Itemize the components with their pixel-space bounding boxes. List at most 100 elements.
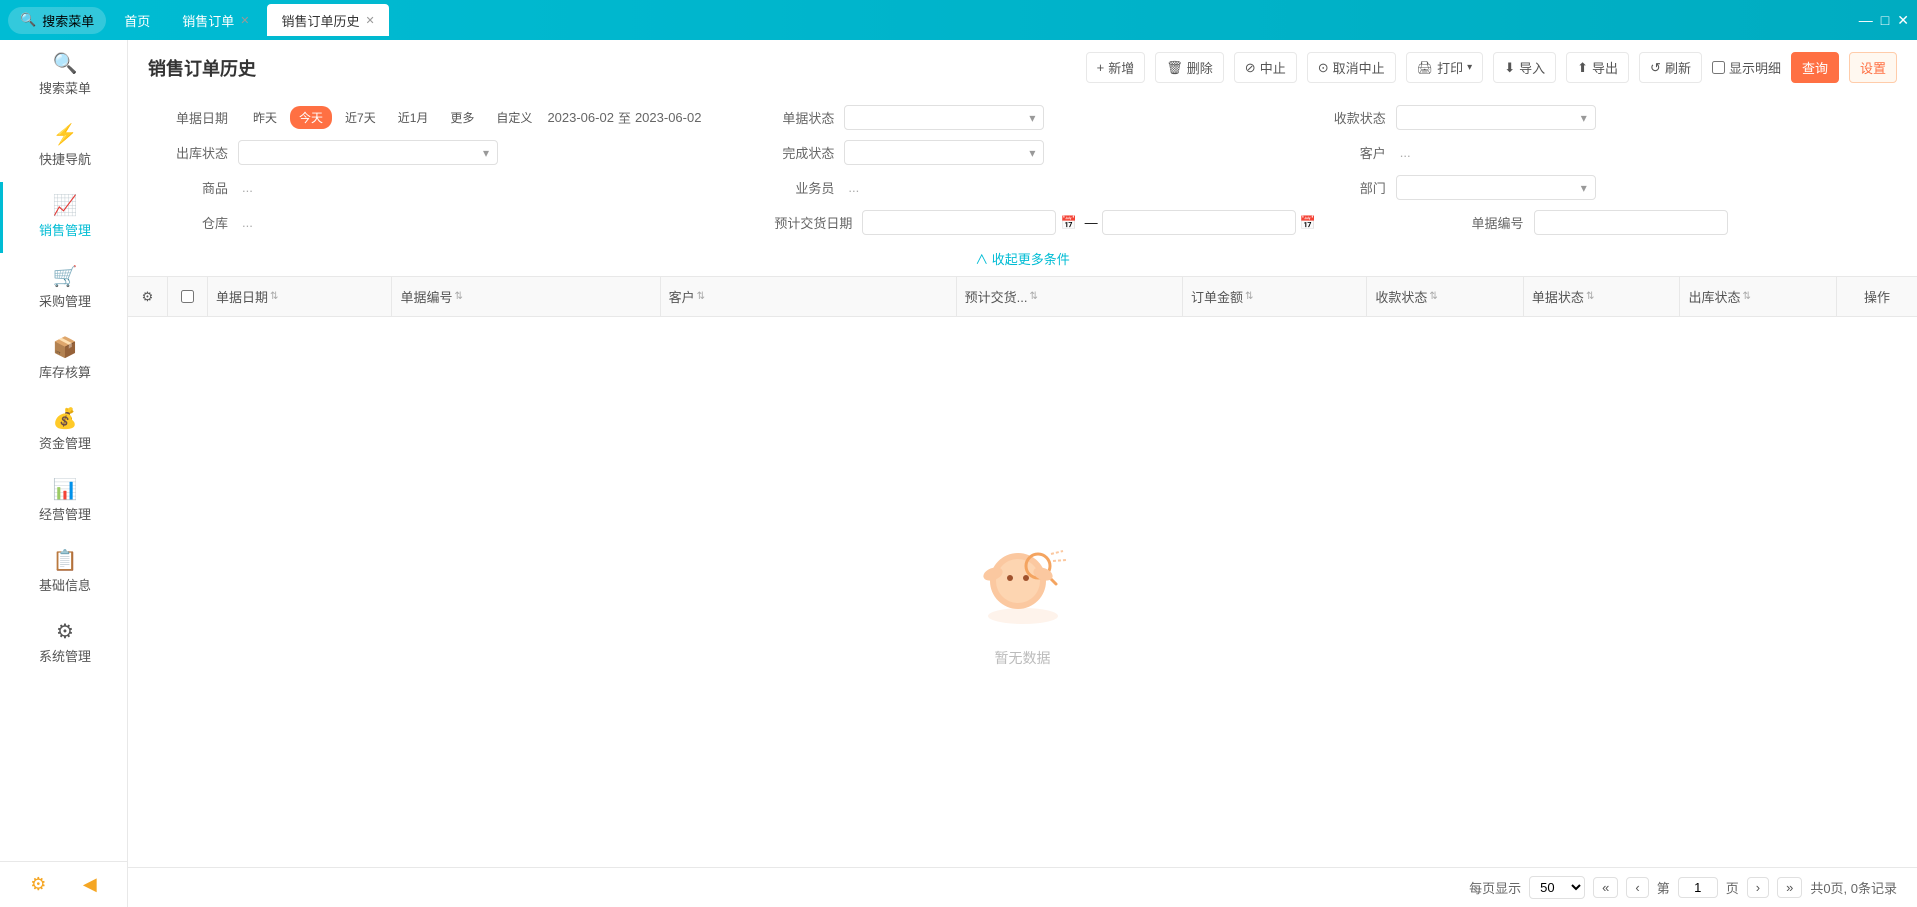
sidebar-item-search-label: 搜索菜单 (39, 78, 91, 97)
btn-delete-label: 删除 (1187, 58, 1213, 77)
th-check[interactable] (168, 277, 208, 316)
th-order-no: 单据编号 ⇅ (392, 277, 660, 316)
date-btn-today[interactable]: 今天 (290, 106, 332, 129)
th-settings[interactable]: ⚙ (128, 277, 168, 316)
order-no-input[interactable] (1534, 210, 1728, 235)
btn-import[interactable]: ⬇ 导入 (1493, 52, 1556, 83)
filter-customer-col: 客户 ... (1326, 143, 1877, 162)
btn-stop-label: 中止 (1260, 58, 1286, 77)
th-pay-sort[interactable]: ⇅ (1429, 291, 1437, 302)
date-btn-custom[interactable]: 自定义 (487, 106, 541, 129)
cb-detail-wrapper[interactable]: 显示明细 (1712, 58, 1781, 77)
close-window-icon[interactable]: ✕ (1897, 12, 1909, 29)
date-btn-last1m[interactable]: 近1月 (389, 106, 438, 129)
th-amount-sort[interactable]: ⇅ (1245, 291, 1253, 302)
sidebar-item-purchase-mgmt[interactable]: 🛒 采购管理 (0, 253, 127, 324)
salesperson-input[interactable]: ... (848, 180, 859, 195)
btn-export-label: 导出 (1592, 58, 1618, 77)
maximize-icon[interactable]: □ (1881, 12, 1889, 28)
tab-sales-order-label: 销售订单 (182, 11, 234, 30)
first-page-btn[interactable]: « (1593, 877, 1618, 898)
filter-salesperson-col: 业务员 ... (774, 178, 1325, 197)
sidebar-item-finance-mgmt[interactable]: 💰 资金管理 (0, 395, 127, 466)
filter-row-1: 单据日期 昨天 今天 近7天 近1月 更多 自定义 2023-06-02 至 (168, 105, 1877, 130)
stock-status-select[interactable] (238, 140, 498, 165)
toggle-sidebar-icon[interactable]: ◀ (83, 874, 97, 895)
minimize-icon[interactable]: — (1859, 12, 1873, 28)
filter-delivery-date-col: 预计交货日期 yyyy-mm-dd 📅 — yyyy-mm-dd 📅 (774, 210, 1463, 235)
complete-status-select[interactable] (844, 140, 1044, 165)
btn-refresh[interactable]: ↺ 刷新 (1639, 52, 1702, 83)
next-page-btn[interactable]: › (1747, 877, 1769, 898)
warehouse-input[interactable]: ... (242, 215, 253, 230)
th-customer-sort[interactable]: ⇅ (697, 291, 705, 302)
tab-home[interactable]: 首页 (110, 4, 164, 36)
th-delivery-sort[interactable]: ⇅ (1030, 291, 1038, 302)
sidebar-item-ops-mgmt[interactable]: 📊 经营管理 (0, 466, 127, 537)
search-menu-btn[interactable]: 🔍 搜索菜单 (8, 7, 106, 34)
goods-input[interactable]: ... (242, 180, 253, 195)
date-btn-last7[interactable]: 近7天 (336, 106, 385, 129)
page-header: 销售订单历史 + 新增 🗑 删除 ⊘ 中止 ⊙ (128, 40, 1917, 277)
sidebar-item-stock-calc[interactable]: 📦 库存核算 (0, 324, 127, 395)
sidebar-item-sys-mgmt[interactable]: ⚙ 系统管理 (0, 608, 127, 679)
btn-stop[interactable]: ⊘ 中止 (1234, 52, 1297, 83)
date-btn-yesterday[interactable]: 昨天 (244, 106, 286, 129)
th-date-sort[interactable]: ⇅ (270, 291, 278, 302)
date-range-start: 2023-06-02 (547, 110, 614, 125)
empty-state: 暂无数据 (128, 317, 1917, 867)
order-status-chevron (1029, 110, 1035, 125)
collapse-label: ∧ 收起更多条件 (975, 252, 1070, 267)
customer-input[interactable]: ... (1400, 145, 1411, 160)
pay-status-select[interactable] (1396, 105, 1596, 130)
btn-print-label: 打印 (1437, 58, 1463, 77)
import-icon: ⬇ (1504, 60, 1515, 76)
btn-settings[interactable]: 设置 (1849, 52, 1897, 83)
collapse-filters[interactable]: ∧ 收起更多条件 (168, 245, 1877, 276)
sidebar-item-quick-nav[interactable]: ⚡ 快捷导航 (0, 111, 127, 182)
tab-sales-history[interactable]: 销售订单历史 ✕ (267, 4, 388, 36)
print-icon: 🖨 (1417, 60, 1434, 76)
calendar-icon-end[interactable]: 📅 (1300, 215, 1316, 231)
btn-new[interactable]: + 新增 (1086, 52, 1146, 83)
tab-sales-order-close[interactable]: ✕ (240, 14, 249, 27)
total-text: 共0页, 0条记录 (1810, 878, 1897, 897)
delivery-date-end[interactable]: yyyy-mm-dd (1102, 210, 1296, 235)
page-input[interactable] (1678, 877, 1718, 898)
btn-query[interactable]: 查询 (1791, 52, 1839, 83)
btn-delete[interactable]: 🗑 删除 (1155, 52, 1224, 83)
date-btn-more[interactable]: 更多 (441, 106, 483, 129)
empty-svg (963, 516, 1083, 636)
sidebar-item-search-menu[interactable]: 🔍 搜索菜单 (0, 40, 127, 111)
sidebar-item-basic-info[interactable]: 📋 基础信息 (0, 537, 127, 608)
sidebar-item-sales-mgmt[interactable]: 📈 销售管理 (0, 182, 127, 253)
tab-sales-order[interactable]: 销售订单 ✕ (168, 4, 263, 36)
filter-row-2: 出库状态 完成状态 客户 (168, 140, 1877, 165)
complete-status-chevron (1029, 145, 1035, 160)
th-order-no-sort[interactable]: ⇅ (454, 291, 462, 302)
filter-order-no-col: 单据编号 (1464, 210, 1877, 235)
sidebar-bottom: ⚙ ◀ (0, 861, 127, 907)
dept-select[interactable] (1396, 175, 1596, 200)
btn-cancel-stop[interactable]: ⊙ 取消中止 (1307, 52, 1396, 83)
search-menu-icon: 🔍 (53, 54, 78, 74)
btn-export[interactable]: ⬆ 导出 (1566, 52, 1629, 83)
settings-bottom-icon[interactable]: ⚙ (30, 874, 46, 895)
th-stock-sort[interactable]: ⇅ (1742, 291, 1750, 302)
th-bill-sort[interactable]: ⇅ (1586, 291, 1594, 302)
filter-order-status-col: 单据状态 (774, 105, 1325, 130)
btn-print[interactable]: 🖨 打印 ▾ (1406, 52, 1484, 83)
prev-page-btn[interactable]: ‹ (1626, 877, 1648, 898)
tab-sales-history-close[interactable]: ✕ (365, 14, 374, 27)
calendar-icon-start[interactable]: 📅 (1060, 215, 1076, 231)
last-page-btn[interactable]: » (1777, 877, 1802, 898)
salesperson-label: 业务员 (774, 178, 844, 197)
order-status-select[interactable] (844, 105, 1044, 130)
customer-label: 客户 (1326, 143, 1396, 162)
sidebar-item-purchase-mgmt-label: 采购管理 (39, 291, 91, 310)
per-page-select[interactable]: 50 10 20 100 (1529, 876, 1585, 899)
delivery-date-start[interactable]: yyyy-mm-dd (862, 210, 1056, 235)
select-all-checkbox[interactable] (181, 290, 194, 303)
th-amount: 订单金额 ⇅ (1183, 277, 1367, 316)
cb-detail[interactable] (1712, 61, 1725, 74)
